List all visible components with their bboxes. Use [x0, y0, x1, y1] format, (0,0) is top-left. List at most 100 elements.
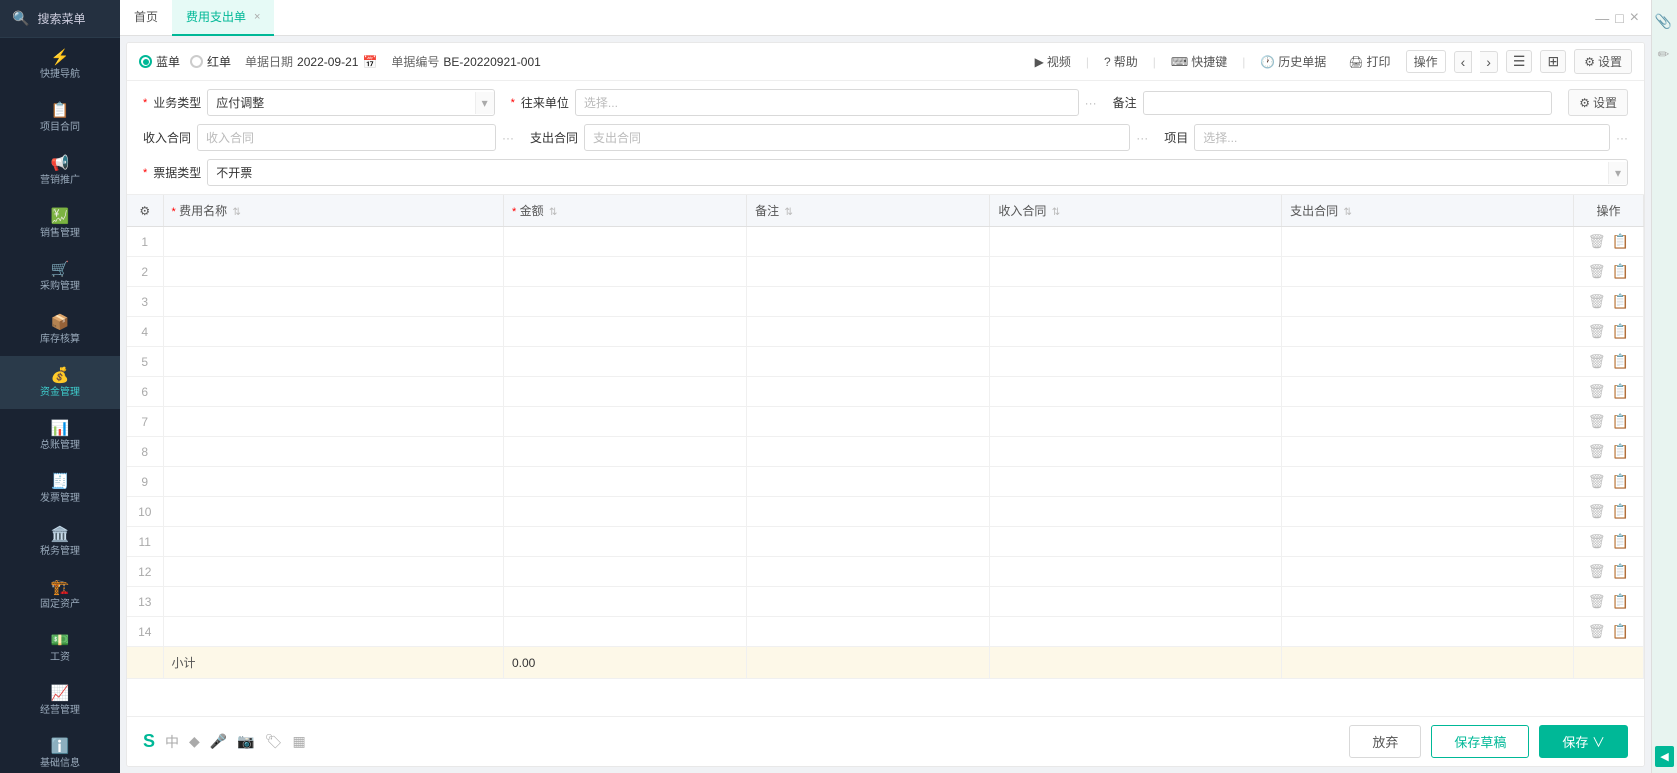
sidebar-item-marketing[interactable]: 📢 营销推广	[0, 144, 120, 197]
income-contract-input[interactable]: 收入合同	[197, 124, 496, 151]
row-delete-12[interactable]: 🗑	[1588, 563, 1606, 580]
row-num-9: 9	[127, 467, 163, 497]
save-draft-button[interactable]: 保存草稿	[1431, 725, 1529, 758]
row-copy-4[interactable]: 📋	[1612, 323, 1629, 340]
btn-operate[interactable]: 操作	[1406, 50, 1446, 73]
sort-income-contract[interactable]: ⇅	[1052, 207, 1060, 218]
btn-next[interactable]: ›	[1480, 51, 1498, 73]
btn-shortcut[interactable]: ⌨ 快捷键	[1164, 51, 1234, 72]
diamond-icon[interactable]: ◆	[189, 733, 200, 750]
sidebar-item-inventory[interactable]: 📦 库存核算	[0, 303, 120, 356]
window-minimize[interactable]: —	[1595, 11, 1609, 25]
col-settings[interactable]: ⚙	[127, 195, 163, 227]
invoice-type-select[interactable]: 不开票 ▾	[207, 159, 1628, 186]
row-delete-3[interactable]: 🗑	[1588, 293, 1606, 310]
sort-expense-name[interactable]: ⇅	[232, 207, 240, 218]
row-delete-1[interactable]: 🗑	[1588, 233, 1606, 250]
partner-input[interactable]: 选择...	[575, 89, 1079, 116]
sidebar-item-fixed-assets[interactable]: 🏗️ 固定资产	[0, 568, 120, 621]
row-delete-2[interactable]: 🗑	[1588, 263, 1606, 280]
note-input[interactable]	[1143, 91, 1553, 115]
mic-icon[interactable]: 🎤	[210, 733, 227, 750]
btn-video[interactable]: ▶ 视频	[1028, 51, 1078, 72]
sort-amount[interactable]: ⇅	[549, 207, 557, 218]
partner-more[interactable]: ···	[1085, 96, 1097, 110]
camera-icon[interactable]: 📷	[237, 733, 254, 750]
btn-history[interactable]: 🕐 历史单据	[1253, 51, 1333, 72]
right-panel-clip-icon[interactable]: 📎	[1655, 6, 1675, 35]
sort-expense-contract[interactable]: ⇅	[1344, 207, 1352, 218]
expense-contract-input[interactable]: 支出合同	[584, 124, 1130, 151]
table-row: 1 🗑 📋	[127, 227, 1644, 257]
sidebar-item-purchase[interactable]: 🛒 采购管理	[0, 250, 120, 303]
project-more[interactable]: ···	[1616, 131, 1628, 145]
sidebar-item-invoice[interactable]: 🧾 发票管理	[0, 462, 120, 515]
right-panel-edit-icon[interactable]: ✏	[1655, 41, 1675, 69]
sidebar-item-sales[interactable]: 💹 销售管理	[0, 197, 120, 250]
sidebar-item-tax[interactable]: 🏛️ 税务管理	[0, 515, 120, 568]
btn-prev[interactable]: ‹	[1454, 51, 1473, 73]
tag-icon[interactable]: 🏷	[265, 733, 283, 750]
row-copy-11[interactable]: 📋	[1612, 533, 1629, 550]
sidebar-item-operation[interactable]: 📈 经营管理	[0, 674, 120, 727]
discard-button[interactable]: 放弃	[1349, 725, 1421, 758]
tab-expense-bill[interactable]: 费用支出单×	[172, 0, 274, 36]
btn-settings[interactable]: ⚙ 设置	[1574, 49, 1632, 74]
radio-red[interactable]: 红单	[190, 53, 231, 70]
sidebar-search[interactable]: 🔍 搜索菜单	[0, 0, 120, 38]
form-settings-btn[interactable]: ⚙ 设置	[1568, 89, 1628, 116]
tab-home[interactable]: 首页	[120, 0, 172, 36]
row-copy-14[interactable]: 📋	[1612, 623, 1629, 640]
row-delete-8[interactable]: 🗑	[1588, 443, 1606, 460]
row-copy-10[interactable]: 📋	[1612, 503, 1629, 520]
btn-help[interactable]: ? 帮助	[1097, 51, 1145, 72]
sidebar-item-project-contract[interactable]: 📋 项目合同	[0, 91, 120, 144]
table-row: 11 🗑 📋	[127, 527, 1644, 557]
save-button[interactable]: 保存 ∨	[1539, 725, 1628, 758]
row-delete-11[interactable]: 🗑	[1588, 533, 1606, 550]
window-maximize[interactable]: □	[1615, 11, 1623, 25]
right-panel-green-tag[interactable]: ◀	[1655, 746, 1674, 767]
row-num-13: 13	[127, 587, 163, 617]
sidebar-item-base-info[interactable]: ℹ️ 基础信息	[0, 727, 120, 773]
biz-type-select[interactable]: 应付调整 ▾	[207, 89, 494, 116]
radio-blue[interactable]: 蓝单	[139, 53, 180, 70]
sidebar-item-quick-nav[interactable]: ⚡ 快捷导航	[0, 38, 120, 91]
view-list-icon[interactable]: ☰	[1506, 50, 1533, 73]
sort-note[interactable]: ⇅	[785, 207, 793, 218]
sales-icon: 💹	[51, 207, 70, 225]
row-copy-1[interactable]: 📋	[1612, 233, 1629, 250]
sidebar-item-capital[interactable]: 💰 资金管理	[0, 356, 120, 409]
project-input[interactable]: 选择...	[1194, 124, 1610, 151]
row-copy-9[interactable]: 📋	[1612, 473, 1629, 490]
row-delete-7[interactable]: 🗑	[1588, 413, 1606, 430]
col-amount: * 金额 ⇅	[503, 195, 746, 227]
row-delete-13[interactable]: 🗑	[1588, 593, 1606, 610]
btn-print[interactable]: 🖨 打印	[1341, 51, 1397, 72]
sidebar-item-salary[interactable]: 💵 工资	[0, 621, 120, 674]
row-copy-6[interactable]: 📋	[1612, 383, 1629, 400]
calendar-icon[interactable]: 📅	[362, 55, 377, 69]
row-copy-2[interactable]: 📋	[1612, 263, 1629, 280]
tab-expense-bill-close[interactable]: ×	[254, 11, 260, 23]
row-delete-10[interactable]: 🗑	[1588, 503, 1606, 520]
row-copy-8[interactable]: 📋	[1612, 443, 1629, 460]
row-copy-3[interactable]: 📋	[1612, 293, 1629, 310]
col-action: 操作	[1574, 195, 1644, 227]
row-copy-5[interactable]: 📋	[1612, 353, 1629, 370]
sidebar-item-ledger[interactable]: 📊 总账管理	[0, 409, 120, 462]
expense-contract-more[interactable]: ···	[1136, 131, 1148, 145]
row-delete-6[interactable]: 🗑	[1588, 383, 1606, 400]
row-copy-12[interactable]: 📋	[1612, 563, 1629, 580]
row-delete-14[interactable]: 🗑	[1588, 623, 1606, 640]
chinese-icon[interactable]: 中	[165, 732, 179, 752]
grid-icon[interactable]: ▦	[292, 733, 305, 750]
view-grid-icon[interactable]: ⊞	[1540, 50, 1566, 73]
window-close[interactable]: ×	[1630, 10, 1639, 26]
row-delete-4[interactable]: 🗑	[1588, 323, 1606, 340]
row-copy-7[interactable]: 📋	[1612, 413, 1629, 430]
row-delete-5[interactable]: 🗑	[1588, 353, 1606, 370]
income-contract-more[interactable]: ···	[502, 131, 514, 145]
row-delete-9[interactable]: 🗑	[1588, 473, 1606, 490]
row-copy-13[interactable]: 📋	[1612, 593, 1629, 610]
